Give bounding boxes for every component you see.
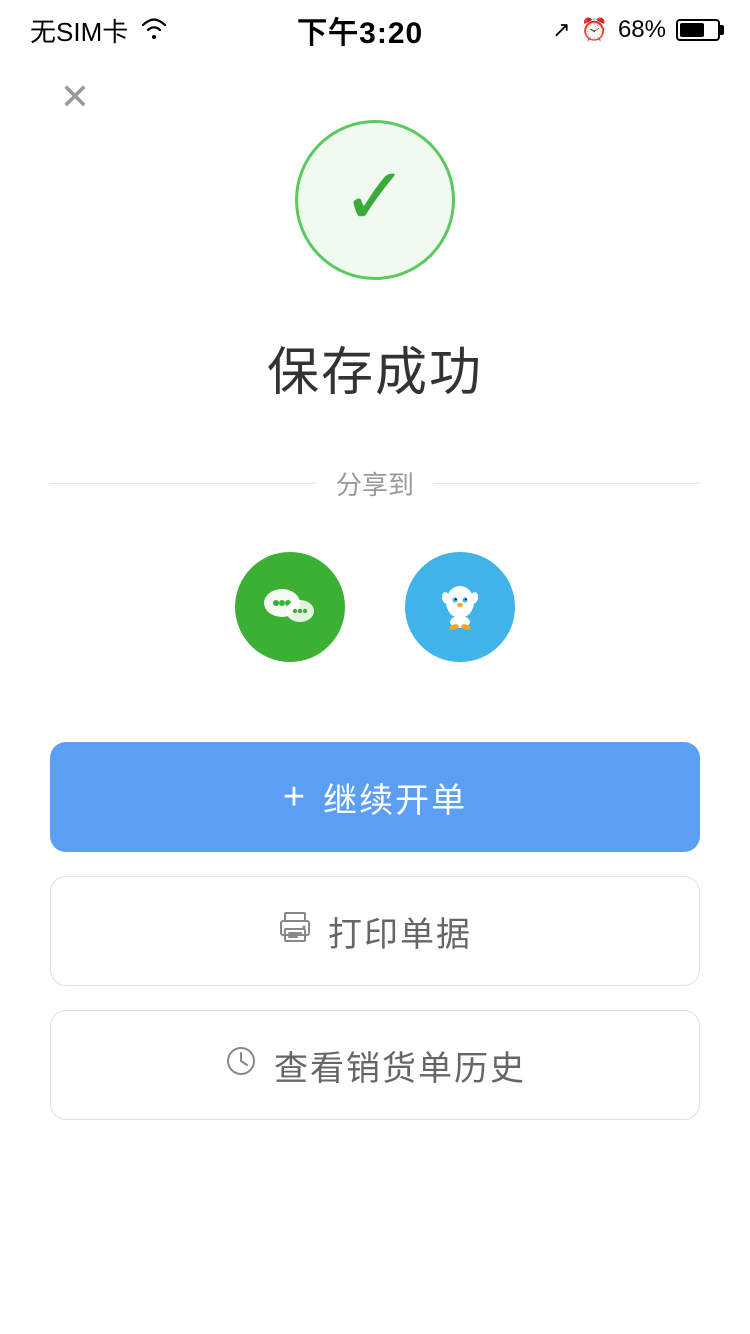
history-button[interactable]: 查看销货单历史 xyxy=(50,1010,700,1120)
divider-right xyxy=(434,483,700,484)
battery-icon xyxy=(676,16,720,44)
share-label: 分享到 xyxy=(336,465,414,502)
share-qq-button[interactable] xyxy=(405,552,515,662)
print-label: 打印单据 xyxy=(328,907,472,956)
close-button[interactable]: ✕ xyxy=(50,72,100,122)
carrier-text: 无SIM卡 xyxy=(30,12,128,49)
success-title: 保存成功 xyxy=(267,330,483,405)
close-icon: ✕ xyxy=(60,79,90,115)
status-time: 下午3:20 xyxy=(297,8,423,52)
share-wechat-button[interactable] xyxy=(235,552,345,662)
share-section-divider: 分享到 xyxy=(50,465,700,502)
location-icon: ↗ xyxy=(552,17,570,43)
wifi-icon xyxy=(140,15,168,46)
status-indicators: ↗ ⏰ 68% xyxy=(552,16,720,44)
action-buttons-container: + 继续开单 打印单据 xyxy=(50,742,700,1120)
status-bar: 无SIM卡 下午3:20 ↗ ⏰ 68% xyxy=(0,0,750,60)
continue-label: 继续开单 xyxy=(323,773,467,822)
main-content: ✓ 保存成功 分享到 xyxy=(0,60,750,1120)
printer-icon xyxy=(278,910,312,953)
success-icon-circle: ✓ xyxy=(295,120,455,280)
clock-icon xyxy=(224,1044,258,1087)
history-label: 查看销货单历史 xyxy=(274,1041,526,1090)
divider-left xyxy=(50,483,316,484)
status-carrier: 无SIM卡 xyxy=(30,12,168,49)
share-icons-row xyxy=(235,552,515,662)
plus-icon: + xyxy=(283,778,307,816)
checkmark-icon: ✓ xyxy=(341,157,408,237)
print-button[interactable]: 打印单据 xyxy=(50,876,700,986)
alarm-icon: ⏰ xyxy=(581,17,608,43)
wechat-icon xyxy=(256,573,324,641)
qq-icon xyxy=(429,576,491,638)
battery-percent: 68% xyxy=(618,16,666,44)
continue-button[interactable]: + 继续开单 xyxy=(50,742,700,852)
